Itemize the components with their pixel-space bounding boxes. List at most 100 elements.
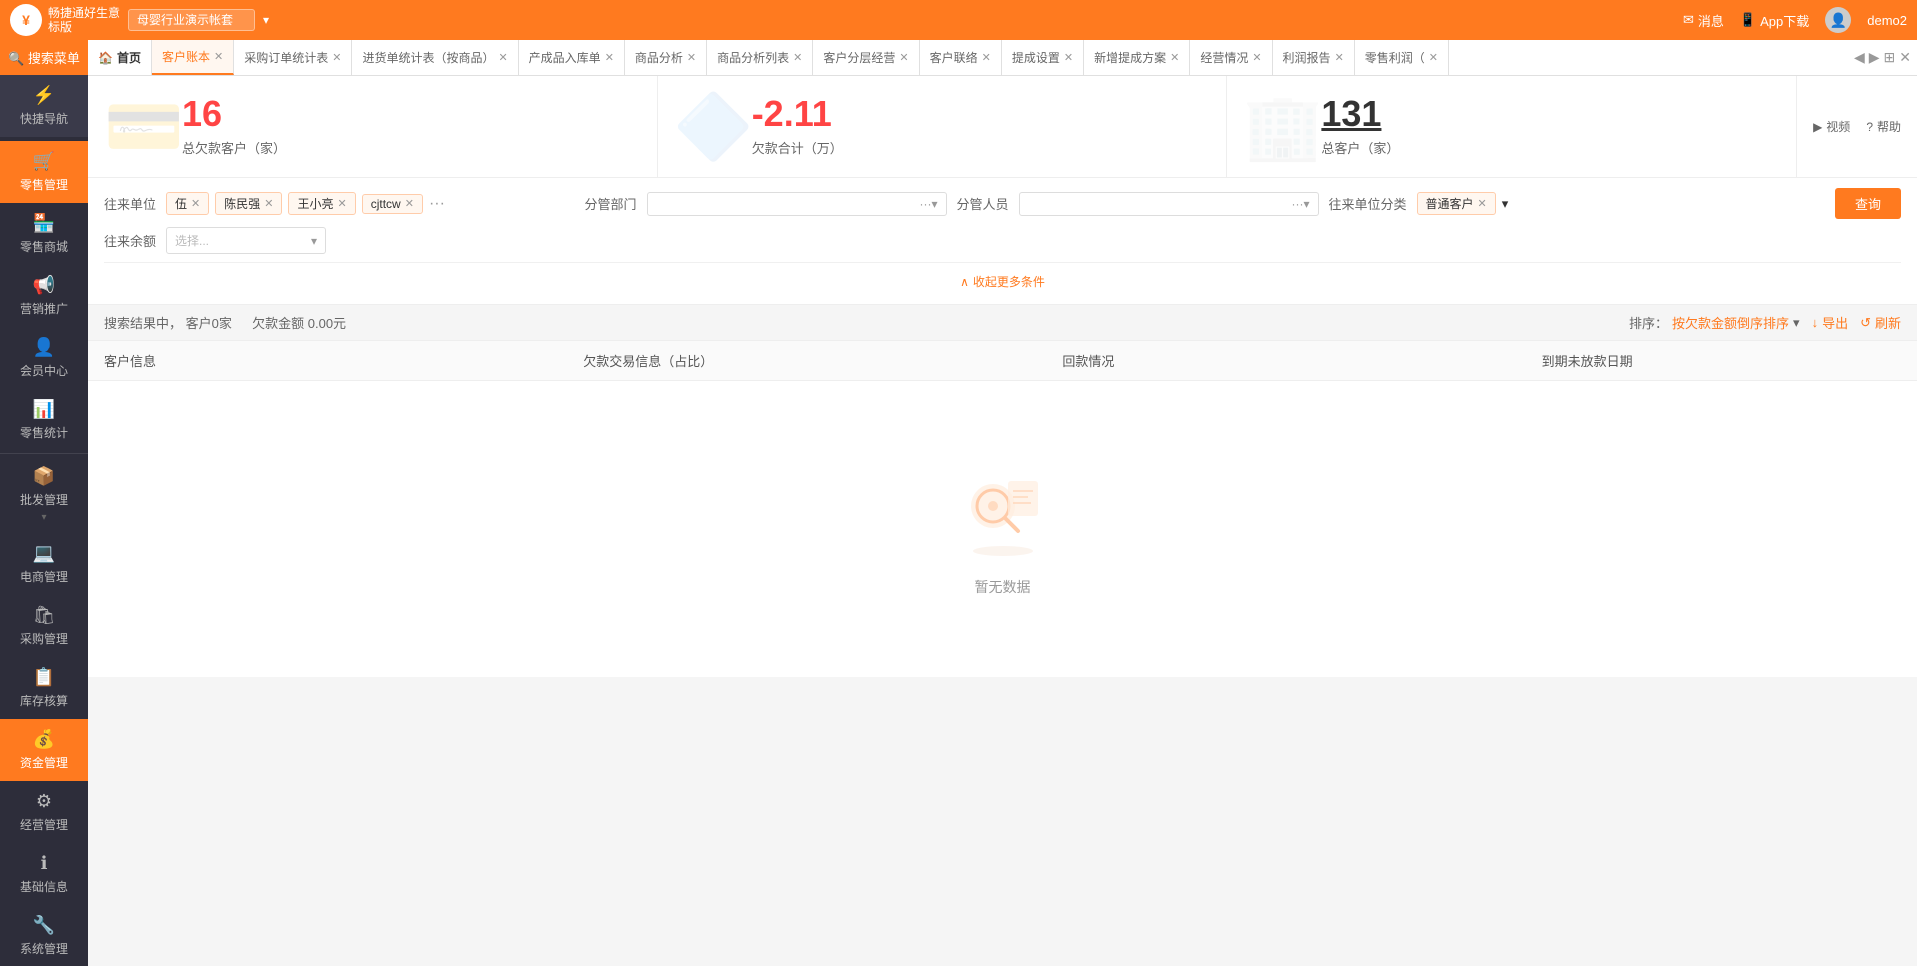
export-button[interactable]: ↓ 导出 xyxy=(1812,313,1849,332)
sidebar-item-retail-mall[interactable]: 🏪 零售商城 xyxy=(0,203,88,265)
tab-home[interactable]: 🏠 首页 xyxy=(88,40,152,75)
tab-customer-contact[interactable]: 客户联络 ✕ xyxy=(920,40,1002,75)
tab-close-icon[interactable]: ✕ xyxy=(687,51,696,64)
stat-value-total-customers: 131 xyxy=(1321,96,1381,132)
avatar[interactable]: 👤 xyxy=(1825,7,1851,33)
sidebar-item-marketing[interactable]: 📢 营销推广 xyxy=(0,265,88,327)
stat-label-debt-amount: 欠款合计（万） xyxy=(752,138,843,157)
marketing-icon: 📢 xyxy=(33,275,55,296)
tab-close-icon[interactable]: ✕ xyxy=(1335,51,1344,64)
sidebar-divider xyxy=(0,453,88,454)
tag-close-icon[interactable]: ✕ xyxy=(1478,197,1487,210)
tab-cost-inbound[interactable]: 产成品入库单 ✕ xyxy=(519,40,625,75)
sidebar-item-basic-info[interactable]: ℹ 基础信息 xyxy=(0,843,88,905)
tab-bar: 🏠 首页 客户账本 ✕ 采购订单统计表 ✕ 进货单统计表（按商品） ✕ 产成品入… xyxy=(88,40,1917,76)
person-dots-icon[interactable]: ··· xyxy=(1291,197,1303,211)
tab-next-icon[interactable]: ▶ xyxy=(1869,49,1880,66)
sidebar-item-ecom-mgmt[interactable]: 💻 电商管理 xyxy=(0,533,88,595)
tab-close-icon[interactable]: ✕ xyxy=(214,50,223,63)
sidebar-item-quick-nav[interactable]: ⚡ 快捷导航 xyxy=(0,75,88,137)
video-help-btn[interactable]: ▶ 视频 xyxy=(1813,118,1850,135)
tab-close-icon[interactable]: ✕ xyxy=(1170,51,1179,64)
tab-close-icon[interactable]: ✕ xyxy=(1429,51,1438,64)
stat-debt-customers: 💳 16 总欠款客户（家） xyxy=(88,76,658,177)
balance-label: 往来余额 xyxy=(104,231,156,250)
sidebar-item-label: 会员中心 xyxy=(20,362,68,379)
tag-close-icon[interactable]: ✕ xyxy=(405,197,414,210)
tab-close-icon[interactable]: ✕ xyxy=(899,51,908,64)
tab-new-boost-plan[interactable]: 新增提成方案 ✕ xyxy=(1084,40,1190,75)
tab-close-icon[interactable]: ✕ xyxy=(1064,51,1073,64)
dept-input[interactable]: ··· ▾ xyxy=(647,192,947,216)
sidebar-item-inventory[interactable]: 📋 库存核算 xyxy=(0,657,88,719)
balance-placeholder: 选择... xyxy=(175,232,311,249)
tab-close-icon[interactable]: ✕ xyxy=(1252,51,1261,64)
app-download-btn[interactable]: 📱 App下载 xyxy=(1740,11,1809,30)
message-btn[interactable]: ✉ 消息 xyxy=(1683,11,1724,30)
tab-inbound-stat[interactable]: 进货单统计表（按商品） ✕ xyxy=(352,40,518,75)
tab-close-icon[interactable]: ✕ xyxy=(793,51,802,64)
unit-tag-2[interactable]: 王小亮 ✕ xyxy=(288,192,355,215)
sort-chevron-icon[interactable]: ▾ xyxy=(1793,315,1800,331)
tab-label: 新增提成方案 xyxy=(1094,49,1166,66)
tab-retail-profit[interactable]: 零售利润（ ✕ xyxy=(1355,40,1449,75)
tab-boost-settings[interactable]: 提成设置 ✕ xyxy=(1002,40,1084,75)
stat-bg-icon-1: 💳 xyxy=(104,89,184,164)
result-bar: 搜索结果中， 客户0家 欠款金额 0.00元 排序： 按欠款金额倒序排序 ▾ ↓ xyxy=(88,305,1917,341)
tab-profit-report[interactable]: 利润报告 ✕ xyxy=(1273,40,1355,75)
tab-actions: ◀ ▶ ⊞ ✕ xyxy=(1848,49,1917,66)
tag-close-icon[interactable]: ✕ xyxy=(264,197,273,210)
sidebar-item-ops-mgmt[interactable]: ⚙ 经营管理 xyxy=(0,781,88,843)
unit-tag-1[interactable]: 陈民强 ✕ xyxy=(215,192,282,215)
sort-button[interactable]: 排序： 按欠款金额倒序排序 ▾ xyxy=(1629,313,1800,332)
unit-tag-3[interactable]: cjttcw ✕ xyxy=(362,194,423,214)
tag-text: 王小亮 xyxy=(297,195,333,212)
person-input[interactable]: ··· ▾ xyxy=(1019,192,1319,216)
filter-area: 往来单位 伍 ✕ 陈民强 ✕ 王小亮 xyxy=(88,178,1917,305)
tab-biz-situation[interactable]: 经营情况 ✕ xyxy=(1190,40,1272,75)
dept-dots-icon[interactable]: ··· xyxy=(919,197,931,211)
tab-close-icon[interactable]: ✕ xyxy=(332,51,341,64)
top-bar: ¥ 畅捷通好生意 标版 母婴行业演示帐套 ▾ ✉ 消息 📱 App下载 xyxy=(0,0,1917,40)
tag-close-icon[interactable]: ✕ xyxy=(338,197,347,210)
tab-purchase-order-stat[interactable]: 采购订单统计表 ✕ xyxy=(234,40,352,75)
sidebar-item-retail-stat[interactable]: 📊 零售统计 xyxy=(0,389,88,451)
more-tags-icon[interactable]: ··· xyxy=(429,195,445,213)
collapse-up-icon: ∧ xyxy=(960,275,969,289)
sidebar-item-member[interactable]: 👤 会员中心 xyxy=(0,327,88,389)
sidebar-item-finance[interactable]: 💰 资金管理 xyxy=(0,719,88,781)
sidebar-item-retail-mgmt[interactable]: 🛒 零售管理 xyxy=(0,141,88,203)
tab-close-icon[interactable]: ✕ xyxy=(605,51,614,64)
tab-customer-segment[interactable]: 客户分层经营 ✕ xyxy=(813,40,919,75)
quick-nav-label: 快捷导航 xyxy=(20,110,68,127)
sidebar-item-purchase[interactable]: 🛍 采购管理 xyxy=(0,595,88,657)
collapse-button[interactable]: ∧ 收起更多条件 xyxy=(104,269,1901,294)
balance-input[interactable]: 选择... ▾ xyxy=(166,227,326,254)
category-tag-0[interactable]: 普通客户 ✕ xyxy=(1417,192,1496,215)
unit-tag-0[interactable]: 伍 ✕ xyxy=(166,192,209,215)
tag-close-icon[interactable]: ✕ xyxy=(191,197,200,210)
query-button[interactable]: 查询 xyxy=(1835,188,1901,219)
tab-prev-icon[interactable]: ◀ xyxy=(1854,49,1865,66)
ops-icon: ⚙ xyxy=(36,791,52,812)
dept-label: 分管部门 xyxy=(584,194,636,213)
tab-close-all-icon[interactable]: ✕ xyxy=(1899,49,1911,66)
tab-customer-capital[interactable]: 客户账本 ✕ xyxy=(152,40,234,75)
tab-product-analysis[interactable]: 商品分析 ✕ xyxy=(625,40,707,75)
refresh-button[interactable]: ↺ 刷新 xyxy=(1860,313,1901,332)
sidebar-item-batch-mgmt[interactable]: 📦 批发管理 ▾ xyxy=(0,456,88,533)
sidebar-search[interactable]: 🔍 搜索菜单 xyxy=(0,40,88,75)
help-btn[interactable]: ? 帮助 xyxy=(1866,118,1901,135)
tab-close-icon[interactable]: ✕ xyxy=(498,51,507,64)
export-label: 导出 xyxy=(1822,313,1848,332)
category-label: 往来单位分类 xyxy=(1329,194,1407,213)
member-icon: 👤 xyxy=(33,337,55,358)
avatar-icon: 👤 xyxy=(1830,12,1847,29)
category-chevron-icon[interactable]: ▾ xyxy=(1502,196,1509,212)
tab-close-icon[interactable]: ✕ xyxy=(982,51,991,64)
tab-expand-icon[interactable]: ⊞ xyxy=(1884,49,1896,66)
tab-product-analysis-list[interactable]: 商品分析列表 ✕ xyxy=(707,40,813,75)
sidebar-item-sys-mgmt[interactable]: 🔧 系统管理 xyxy=(0,905,88,966)
account-select[interactable]: 母婴行业演示帐套 xyxy=(128,9,255,31)
empty-state: 暂无数据 xyxy=(88,381,1917,677)
